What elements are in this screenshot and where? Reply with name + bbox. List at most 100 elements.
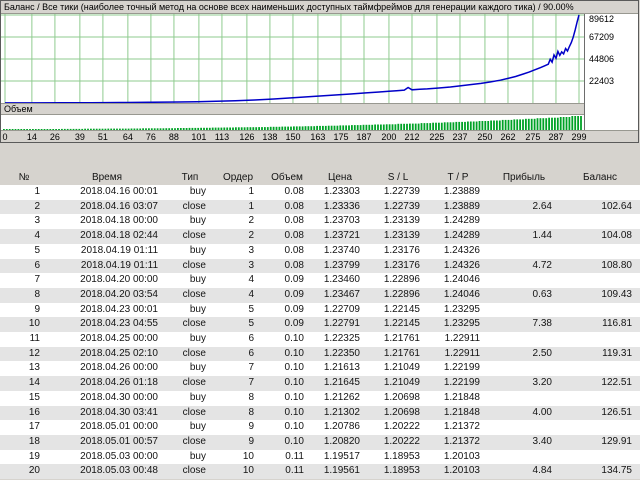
volume-chart-svg [3,116,582,130]
table-cell [488,273,560,288]
table-row[interactable]: 20 2018.05.03 00:48 close 10 0.11 1.19561 1.18… [0,464,640,480]
table-row[interactable]: 7 2018.04.20 00:00 buy 4 0.09 1.23460 1.22896 1… [0,273,640,288]
column-header[interactable]: Баланс [560,170,640,185]
table-cell: 1.23303 [312,185,368,200]
table-row[interactable]: 19 2018.05.03 00:00 buy 10 0.11 1.19517 1.1895… [0,449,640,465]
column-header[interactable]: Прибыль [488,170,560,185]
table-cell: 2018.04.23 04:55 [48,317,166,333]
table-row[interactable]: 6 2018.04.19 01:11 close 3 0.08 1.23799 1.2317… [0,258,640,274]
table-cell: 1.23176 [368,243,428,259]
table-cell: 16 [0,405,48,421]
table-cell: 18 [0,434,48,450]
x-axis-label: 26 [49,132,60,142]
table-row[interactable]: 18 2018.05.01 00:57 close 9 0.10 1.20820 1.202… [0,434,640,450]
table-cell: 1.23721 [312,229,368,244]
column-header[interactable]: Цена [312,170,368,185]
table-row[interactable]: 17 2018.05.01 00:00 buy 9 0.10 1.20786 1.20222… [0,420,640,435]
table-cell: 2018.04.30 00:00 [48,390,166,406]
table-cell [488,302,560,318]
table-cell: 10 [214,464,262,480]
table-row[interactable]: 12 2018.04.25 02:10 close 6 0.10 1.22350 1.217… [0,346,640,362]
table-row[interactable]: 16 2018.04.30 03:41 close 8 0.10 1.21302 1.206… [0,405,640,421]
table-row[interactable]: 8 2018.04.20 03:54 close 4 0.09 1.23467 1.2289… [0,287,640,303]
table-cell: 0.08 [262,258,312,274]
balance-chart[interactable] [1,14,584,104]
x-axis-label: 200 [381,132,397,142]
volume-strip-label: Объем [1,103,638,115]
table-cell: 1.21049 [368,361,428,377]
results-table: № Время Тип Ордер Объем Цена S / LT / P Прибыль… [0,170,640,480]
table-row[interactable]: 13 2018.04.26 00:00 buy 7 0.10 1.21613 1.21049… [0,361,640,377]
table-cell [560,185,640,200]
table-cell: 3 [214,243,262,259]
table-row[interactable]: 9 2018.04.23 00:01 buy 5 0.09 1.22709 1.22145 1… [0,302,640,318]
column-header[interactable]: Тип [166,170,214,185]
table-cell: 2 [214,214,262,230]
table-cell: 0.11 [262,464,312,480]
column-header[interactable]: № [0,170,48,185]
table-cell: 19 [0,449,48,465]
x-axis-label: 113 [214,132,230,142]
column-header[interactable]: Ордер [214,170,262,185]
table-cell: 2018.04.16 03:07 [48,199,166,215]
table-cell: 3.20 [488,376,560,391]
table-row[interactable]: 2 2018.04.16 03:07 close 1 0.08 1.23336 1.2273… [0,199,640,215]
table-row[interactable]: 15 2018.04.30 00:00 buy 8 0.10 1.21262 1.20698… [0,390,640,406]
table-cell: 1.20698 [368,390,428,406]
x-axis-label: 187 [356,132,372,142]
chart-title: Баланс / Все тики (наиболее точный метод… [1,1,638,14]
table-row[interactable]: 10 2018.04.23 04:55 close 5 0.09 1.22791 1.221… [0,317,640,333]
table-cell: buy [166,361,214,377]
table-cell: 1.24046 [428,273,488,288]
table-cell: 1.23139 [368,214,428,230]
table-cell: buy [166,420,214,435]
y-axis-label: 89612 [589,14,615,24]
column-header[interactable]: Объем [262,170,312,185]
table-cell: close [166,464,214,480]
table-cell: 8 [0,287,48,303]
table-cell: 2018.04.25 00:00 [48,332,166,347]
table-cell: 1.21761 [368,346,428,362]
column-header[interactable]: Время [48,170,166,185]
table-row[interactable]: 11 2018.04.25 00:00 buy 6 0.10 1.22325 1.21761… [0,332,640,347]
column-header[interactable]: S / L [368,170,428,185]
table-cell: 0.08 [262,185,312,200]
table-cell: 1.22325 [312,332,368,347]
table-cell: 1.21848 [428,390,488,406]
x-axis-label: 150 [285,132,301,142]
table-cell: 6 [214,346,262,362]
table-cell [560,390,640,406]
table-cell: 1.23295 [428,302,488,318]
table-cell: 2018.04.25 02:10 [48,346,166,362]
table-cell: 1.21302 [312,405,368,421]
strategy-tester-report: { "header": { "row1": { "prefix": "Макс.… [0,0,640,480]
table-cell: 1.23889 [428,199,488,215]
table-cell: 17 [0,420,48,435]
table-cell: 2 [0,199,48,215]
table-cell: 10 [214,449,262,465]
table-cell [560,361,640,377]
table-cell: 134.75 [560,464,640,480]
x-axis-label: 126 [239,132,255,142]
table-row[interactable]: 14 2018.04.26 01:18 close 7 0.10 1.21645 1.210… [0,376,640,391]
column-header[interactable]: T / P [428,170,488,185]
table-cell: 1.23740 [312,243,368,259]
x-axis-label: 88 [168,132,179,142]
table-cell: 1.23295 [428,317,488,333]
table-cell: 3 [214,258,262,274]
table-cell: 1.22350 [312,346,368,362]
table-cell: 7.38 [488,317,560,333]
table-row[interactable]: 1 2018.04.16 00:01 buy 1 0.08 1.23303 1.22739 1… [0,185,640,200]
table-cell [488,420,560,435]
table-cell: 1 [0,185,48,200]
x-axis-label: 101 [191,132,207,142]
table-row[interactable]: 5 2018.04.19 01:11 buy 3 0.08 1.23740 1.23176 1… [0,243,640,259]
table-cell: 2.50 [488,346,560,362]
table-cell: 1.20222 [368,420,428,435]
table-cell: 4 [214,287,262,303]
table-row[interactable]: 4 2018.04.18 02:44 close 2 0.08 1.23721 1.2313… [0,229,640,244]
table-cell: 1.20820 [312,434,368,450]
table-cell: 1.24326 [428,243,488,259]
table-cell: 1.23889 [428,185,488,200]
table-row[interactable]: 3 2018.04.18 00:00 buy 2 0.08 1.23703 1.23139 1… [0,214,640,230]
